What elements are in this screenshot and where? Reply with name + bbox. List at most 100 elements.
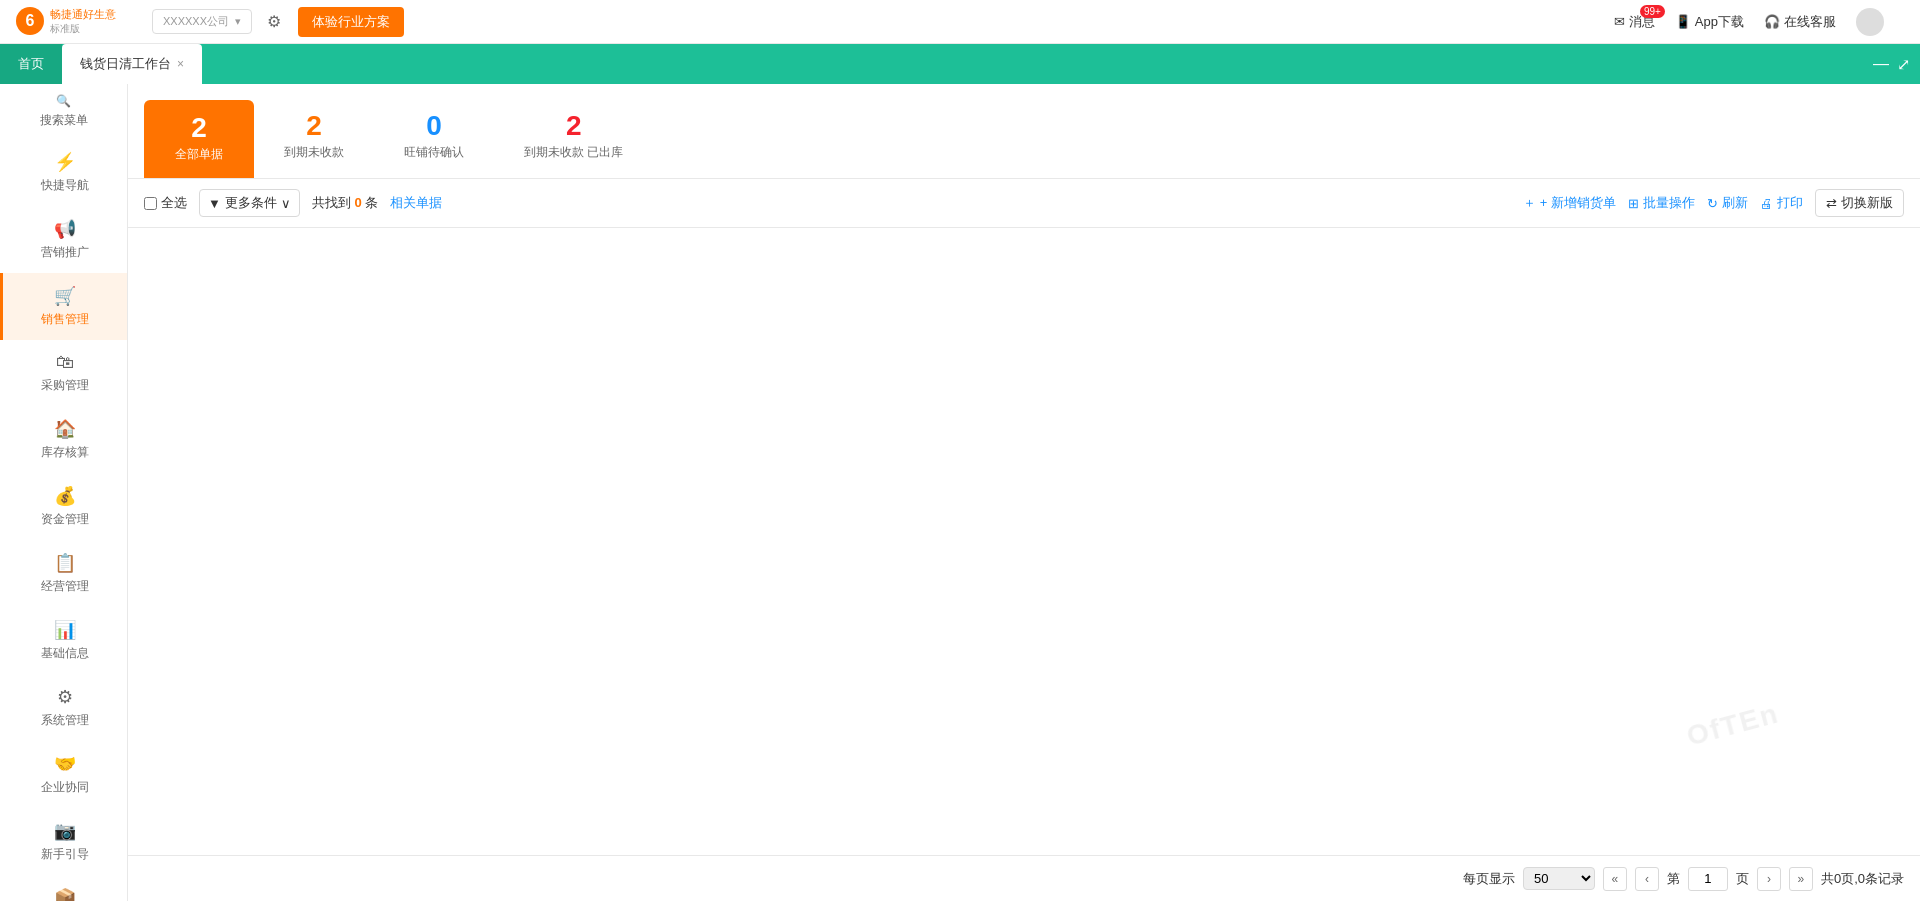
- sidebar-item-guide[interactable]: 📷 新手引导: [0, 808, 127, 875]
- related-link[interactable]: 相关单据: [390, 194, 442, 212]
- sidebar-item-purchase[interactable]: 🛍 采购管理: [0, 340, 127, 406]
- per-page-select[interactable]: 50 100 200: [1523, 867, 1595, 890]
- toolbar: 全选 ▼ 更多条件 ∨ 共找到 0 条 相关单据 ＋ + 新增销货单 ⊞: [128, 179, 1920, 228]
- sidebar-item-search[interactable]: 🔍 搜索菜单: [0, 84, 127, 139]
- switch-icon: ⇄: [1826, 196, 1837, 211]
- batch-icon: ⊞: [1628, 196, 1639, 211]
- phone-icon: 📱: [1675, 14, 1691, 29]
- sidebar-item-app-center[interactable]: 📦 应用中心: [0, 875, 127, 901]
- found-prefix: 共找到: [312, 195, 351, 210]
- nav-right-actions: — ⤢: [1873, 55, 1920, 74]
- select-all-checkbox[interactable]: [144, 197, 157, 210]
- sidebar-item-system[interactable]: ⚙ 系统管理: [0, 674, 127, 741]
- logo-name: 畅捷通好生意: [50, 7, 116, 21]
- page-suffix: 页: [1736, 870, 1749, 888]
- sidebar-item-quick-nav[interactable]: ⚡ 快捷导航: [0, 139, 127, 206]
- batch-label: 批量操作: [1643, 194, 1695, 212]
- card-pending-confirm[interactable]: 0 旺铺待确认: [374, 100, 494, 178]
- quick-nav-icon: ⚡: [54, 151, 76, 173]
- content-area: [128, 228, 1920, 855]
- settings-icon[interactable]: ⚙: [260, 8, 288, 36]
- total-info: 共0页,0条记录: [1821, 870, 1904, 888]
- card-unshipped-count: 2: [566, 110, 582, 142]
- guide-label: 新手引导: [41, 846, 89, 863]
- card-pending-count: 0: [426, 110, 442, 142]
- refresh-button[interactable]: ↻ 刷新: [1707, 194, 1748, 212]
- next-page-button[interactable]: ›: [1757, 867, 1781, 891]
- online-service-label: 在线客服: [1784, 13, 1836, 31]
- more-filters-button[interactable]: ▼ 更多条件 ∨: [199, 189, 300, 217]
- online-service[interactable]: 🎧 在线客服: [1764, 13, 1836, 31]
- maximize-button[interactable]: ⤢: [1897, 55, 1910, 74]
- avatar[interactable]: [1856, 8, 1884, 36]
- last-page-button[interactable]: »: [1789, 867, 1813, 891]
- tab-home-label: 首页: [18, 55, 44, 73]
- summary-cards: 2 全部单据 2 到期未收款 0 旺铺待确认 2 到期未收款 已出库: [128, 84, 1920, 179]
- quick-nav-label: 快捷导航: [41, 177, 89, 194]
- search-icon: 🔍: [56, 94, 71, 108]
- tab-workbench-label: 钱货日清工作台: [80, 55, 171, 73]
- guide-icon: 📷: [54, 820, 76, 842]
- main-layout: 🔍 搜索菜单 ⚡ 快捷导航 📢 营销推广 🛒 销售管理 🛍 采购管理 🏠 库存核…: [0, 84, 1920, 901]
- found-unit: 条: [365, 195, 378, 210]
- cooperation-icon: 🤝: [54, 753, 76, 775]
- page-label: 第: [1667, 870, 1680, 888]
- logo-icon: 6: [16, 7, 44, 35]
- inventory-label: 库存核算: [41, 444, 89, 461]
- app-download-label: App下载: [1695, 13, 1744, 31]
- card-all[interactable]: 2 全部单据: [144, 100, 254, 178]
- select-all-label: 全选: [161, 194, 187, 212]
- message-icon: ✉: [1614, 14, 1625, 29]
- finance-label: 资金管理: [41, 511, 89, 528]
- prev-page-button[interactable]: ‹: [1635, 867, 1659, 891]
- minimize-button[interactable]: —: [1873, 55, 1889, 73]
- card-overdue-unshipped[interactable]: 2 到期未收款 已出库: [494, 100, 653, 178]
- sidebar-item-inventory[interactable]: 🏠 库存核算: [0, 406, 127, 473]
- sidebar-item-operations[interactable]: 📋 经营管理: [0, 540, 127, 607]
- message-area[interactable]: ✉ 消息 99+: [1614, 13, 1655, 31]
- sidebar-item-sales[interactable]: 🛒 销售管理: [0, 273, 127, 340]
- print-label: 打印: [1777, 194, 1803, 212]
- sidebar-item-finance[interactable]: 💰 资金管理: [0, 473, 127, 540]
- logo-area: 6 畅捷通好生意 标准版: [16, 7, 144, 35]
- card-unshipped-label: 到期未收款 已出库: [524, 144, 623, 161]
- company-selector[interactable]: XXXXXX公司 ▾: [152, 9, 252, 34]
- app-download[interactable]: 📱 App下载: [1675, 13, 1744, 31]
- cooperation-label: 企业协同: [41, 779, 89, 796]
- card-overdue-unpaid[interactable]: 2 到期未收款: [254, 100, 374, 178]
- trial-button[interactable]: 体验行业方案: [298, 7, 404, 37]
- sidebar-item-basic-info[interactable]: 📊 基础信息: [0, 607, 127, 674]
- page-number-input[interactable]: [1688, 867, 1728, 891]
- headset-icon: 🎧: [1764, 14, 1780, 29]
- finance-icon: 💰: [54, 485, 76, 507]
- toolbar-right: ＋ + 新增销货单 ⊞ 批量操作 ↻ 刷新 🖨 打印 ⇄ 切换新版: [1523, 189, 1904, 217]
- print-button[interactable]: 🖨 打印: [1760, 194, 1803, 212]
- message-badge: 99+: [1640, 5, 1665, 18]
- batch-operation-button[interactable]: ⊞ 批量操作: [1628, 194, 1695, 212]
- printer-icon: 🖨: [1760, 196, 1773, 211]
- filter-icon: ▼: [208, 196, 221, 211]
- system-label: 系统管理: [41, 712, 89, 729]
- logo-sub: 标准版: [50, 22, 116, 36]
- top-right: ✉ 消息 99+ 📱 App下载 🎧 在线客服: [1614, 8, 1904, 36]
- main-content: 2 全部单据 2 到期未收款 0 旺铺待确认 2 到期未收款 已出库 全选: [128, 84, 1920, 901]
- sidebar-item-cooperation[interactable]: 🤝 企业协同: [0, 741, 127, 808]
- system-icon: ⚙: [57, 686, 73, 708]
- marketing-label: 营销推广: [41, 244, 89, 261]
- sidebar-item-marketing[interactable]: 📢 营销推广: [0, 206, 127, 273]
- first-page-button[interactable]: «: [1603, 867, 1627, 891]
- refresh-icon: ↻: [1707, 196, 1718, 211]
- sidebar: 🔍 搜索菜单 ⚡ 快捷导航 📢 营销推广 🛒 销售管理 🛍 采购管理 🏠 库存核…: [0, 84, 128, 901]
- company-name: XXXXXX公司: [163, 14, 229, 29]
- marketing-icon: 📢: [54, 218, 76, 240]
- add-sale-order-button[interactable]: ＋ + 新增销货单: [1523, 194, 1616, 212]
- basic-info-icon: 📊: [54, 619, 76, 641]
- switch-version-button[interactable]: ⇄ 切换新版: [1815, 189, 1904, 217]
- found-count: 0: [355, 195, 362, 210]
- tab-home[interactable]: 首页: [0, 44, 62, 84]
- tab-workbench[interactable]: 钱货日清工作台 ×: [62, 44, 202, 84]
- app-center-icon: 📦: [54, 887, 76, 901]
- select-all-area[interactable]: 全选: [144, 194, 187, 212]
- found-text: 共找到 0 条: [312, 194, 378, 212]
- tab-close-icon[interactable]: ×: [177, 57, 184, 71]
